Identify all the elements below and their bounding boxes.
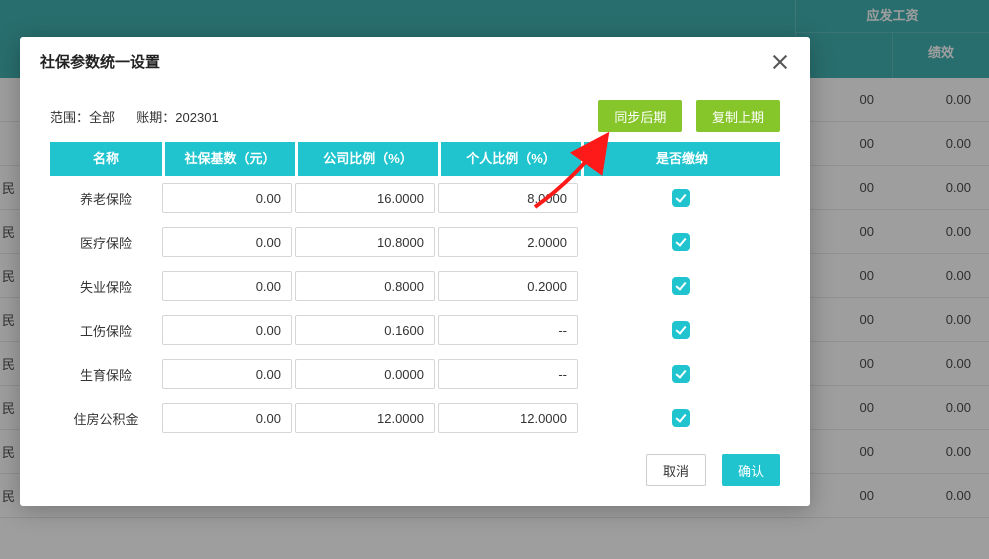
row-name: 养老保险	[50, 189, 162, 208]
pay-checkbox[interactable]	[672, 277, 690, 295]
table-row: 失业保险	[50, 264, 780, 308]
base-input[interactable]	[162, 315, 292, 345]
cancel-button[interactable]: 取消	[646, 454, 706, 486]
company-rate-input[interactable]	[295, 183, 435, 213]
social-insurance-settings-modal: 社保参数统一设置 范围：全部 账期：202301 同步后期 复制上期 名称 社保…	[20, 37, 810, 506]
scope-value: 全部	[89, 110, 115, 125]
personal-rate-input[interactable]	[438, 183, 578, 213]
col-name: 名称	[50, 142, 162, 176]
personal-rate-input[interactable]	[438, 315, 578, 345]
period-label: 账期：	[136, 110, 175, 125]
table-row: 生育保险	[50, 352, 780, 396]
personal-rate-input[interactable]	[438, 359, 578, 389]
base-input[interactable]	[162, 227, 292, 257]
col-company: 公司比例（%）	[298, 142, 438, 176]
personal-rate-input[interactable]	[438, 403, 578, 433]
pay-checkbox[interactable]	[672, 365, 690, 383]
sync-later-button[interactable]: 同步后期	[598, 100, 682, 132]
col-personal: 个人比例（%）	[441, 142, 581, 176]
modal-title: 社保参数统一设置	[40, 51, 160, 72]
company-rate-input[interactable]	[295, 359, 435, 389]
company-rate-input[interactable]	[295, 227, 435, 257]
table-row: 住房公积金	[50, 396, 780, 440]
table-row: 养老保险	[50, 176, 780, 220]
col-base: 社保基数（元）	[165, 142, 295, 176]
modal-info: 范围：全部 账期：202301	[50, 107, 219, 126]
row-name: 住房公积金	[50, 409, 162, 428]
row-name: 工伤保险	[50, 321, 162, 340]
scope-label: 范围：	[50, 110, 89, 125]
pay-checkbox[interactable]	[672, 409, 690, 427]
company-rate-input[interactable]	[295, 403, 435, 433]
company-rate-input[interactable]	[295, 271, 435, 301]
copy-previous-button[interactable]: 复制上期	[696, 100, 780, 132]
row-name: 生育保险	[50, 365, 162, 384]
table-header: 名称 社保基数（元） 公司比例（%） 个人比例（%） 是否缴纳	[50, 142, 780, 176]
table-row: 工伤保险	[50, 308, 780, 352]
close-icon[interactable]	[770, 52, 790, 72]
base-input[interactable]	[162, 403, 292, 433]
row-name: 医疗保险	[50, 233, 162, 252]
base-input[interactable]	[162, 271, 292, 301]
table-row: 医疗保险	[50, 220, 780, 264]
period-value: 202301	[175, 110, 218, 125]
pay-checkbox[interactable]	[672, 321, 690, 339]
confirm-button[interactable]: 确认	[722, 454, 780, 486]
base-input[interactable]	[162, 359, 292, 389]
col-flag: 是否缴纳	[584, 142, 780, 176]
table-body: 养老保险医疗保险失业保险工伤保险生育保险住房公积金	[50, 176, 780, 440]
row-name: 失业保险	[50, 277, 162, 296]
pay-checkbox[interactable]	[672, 189, 690, 207]
personal-rate-input[interactable]	[438, 227, 578, 257]
personal-rate-input[interactable]	[438, 271, 578, 301]
settings-table: 名称 社保基数（元） 公司比例（%） 个人比例（%） 是否缴纳 养老保险医疗保险…	[50, 142, 780, 440]
base-input[interactable]	[162, 183, 292, 213]
company-rate-input[interactable]	[295, 315, 435, 345]
pay-checkbox[interactable]	[672, 233, 690, 251]
